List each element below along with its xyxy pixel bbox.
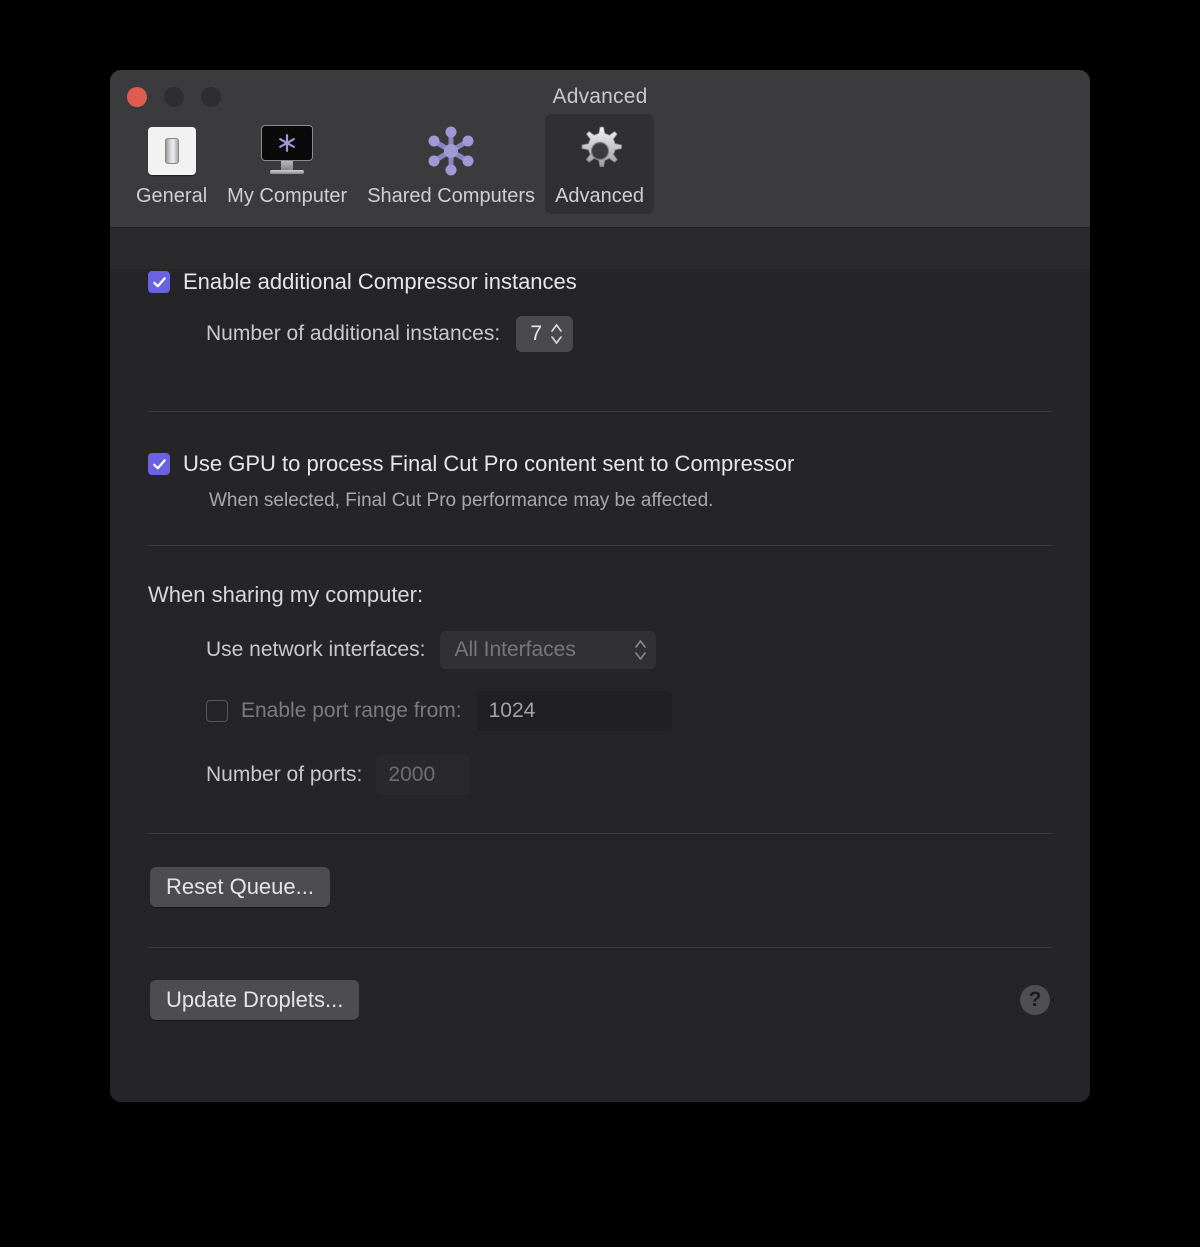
- sharing-heading: When sharing my computer:: [148, 582, 424, 607]
- sharing-heading-row: When sharing my computer:: [148, 582, 1090, 608]
- port-range-start-value: 1024: [488, 699, 536, 722]
- toolbar-item-advanced-label: Advanced: [555, 185, 645, 207]
- toolbar-item-general-label: General: [136, 185, 208, 207]
- node-cluster-icon: [423, 122, 479, 180]
- toolbar-item-my-computer[interactable]: My Computer: [217, 114, 357, 214]
- update-droplets-button[interactable]: Update Droplets...: [150, 980, 360, 1020]
- toolbar-item-advanced[interactable]: Advanced: [545, 114, 655, 214]
- asterisk-glyph: [279, 134, 296, 152]
- use-gpu-label: Use GPU to process Final Cut Pro content…: [183, 451, 795, 476]
- toolbar-item-my-computer-label: My Computer: [227, 185, 348, 207]
- use-gpu-row[interactable]: Use GPU to process Final Cut Pro content…: [148, 451, 1090, 477]
- advanced-pane: Enable additional Compressor instances N…: [110, 269, 1090, 1102]
- number-of-ports-row: Number of ports: 2000: [206, 755, 1090, 795]
- titlebar-toolbar: Advanced General My Computer Shared Comp…: [110, 70, 1090, 228]
- use-gpu-checkbox[interactable]: [148, 453, 170, 475]
- port-range-row: Enable port range from: 1024: [206, 691, 1090, 731]
- network-interfaces-value: All Interfaces: [454, 638, 576, 661]
- toolbar-item-shared-computers-label: Shared Computers: [367, 185, 536, 207]
- use-gpu-note: When selected, Final Cut Pro performance…: [209, 490, 714, 511]
- separator-4: [148, 947, 1052, 948]
- preferences-window: Advanced General My Computer Shared Comp…: [110, 70, 1090, 1102]
- network-interfaces-row: Use network interfaces: All Interfaces: [206, 631, 1090, 669]
- number-of-ports-value: 2000: [388, 763, 436, 786]
- enable-instances-label: Enable additional Compressor instances: [183, 269, 577, 294]
- network-interfaces-label: Use network interfaces:: [206, 638, 426, 661]
- enable-instances-row[interactable]: Enable additional Compressor instances: [148, 269, 1090, 295]
- use-gpu-note-row: When selected, Final Cut Pro performance…: [209, 490, 1090, 512]
- number-of-instances-stepper[interactable]: 7: [516, 316, 574, 352]
- number-of-instances-label: Number of additional instances:: [206, 322, 501, 345]
- number-of-ports-input[interactable]: 2000: [376, 755, 471, 795]
- display-icon: [258, 122, 316, 180]
- help-button[interactable]: ?: [1020, 985, 1050, 1015]
- number-of-ports-label: Number of ports:: [206, 763, 363, 786]
- bottom-row: Update Droplets... ?: [150, 980, 1050, 1020]
- select-chevrons-icon: [634, 640, 647, 660]
- separator-1: [148, 411, 1052, 412]
- gear-icon: [574, 122, 626, 180]
- stepper-arrows-icon[interactable]: [550, 324, 567, 344]
- window-title: Advanced: [552, 85, 648, 108]
- reset-queue-button-label: Reset Queue...: [166, 874, 314, 899]
- light-switch-icon: [147, 122, 196, 180]
- reset-queue-row: Reset Queue...: [150, 867, 1090, 907]
- enable-port-range-checkbox[interactable]: [206, 700, 228, 722]
- update-droplets-button-label: Update Droplets...: [166, 987, 344, 1012]
- number-of-instances-row: Number of additional instances: 7: [206, 316, 1090, 352]
- help-button-label: ?: [1028, 988, 1042, 1011]
- number-of-instances-value: 7: [530, 322, 543, 345]
- reset-queue-button[interactable]: Reset Queue...: [150, 867, 330, 907]
- separator-3: [148, 833, 1052, 834]
- toolbar-item-shared-computers[interactable]: Shared Computers: [357, 114, 545, 214]
- enable-instances-checkbox[interactable]: [148, 271, 170, 293]
- separator-2: [148, 545, 1052, 546]
- toolbar: General My Computer Shared Computers Adv…: [126, 114, 655, 214]
- port-range-start-input[interactable]: 1024: [476, 691, 672, 731]
- network-interfaces-select[interactable]: All Interfaces: [440, 631, 657, 669]
- toolbar-item-general[interactable]: General: [126, 114, 217, 214]
- enable-port-range-label: Enable port range from:: [241, 699, 462, 722]
